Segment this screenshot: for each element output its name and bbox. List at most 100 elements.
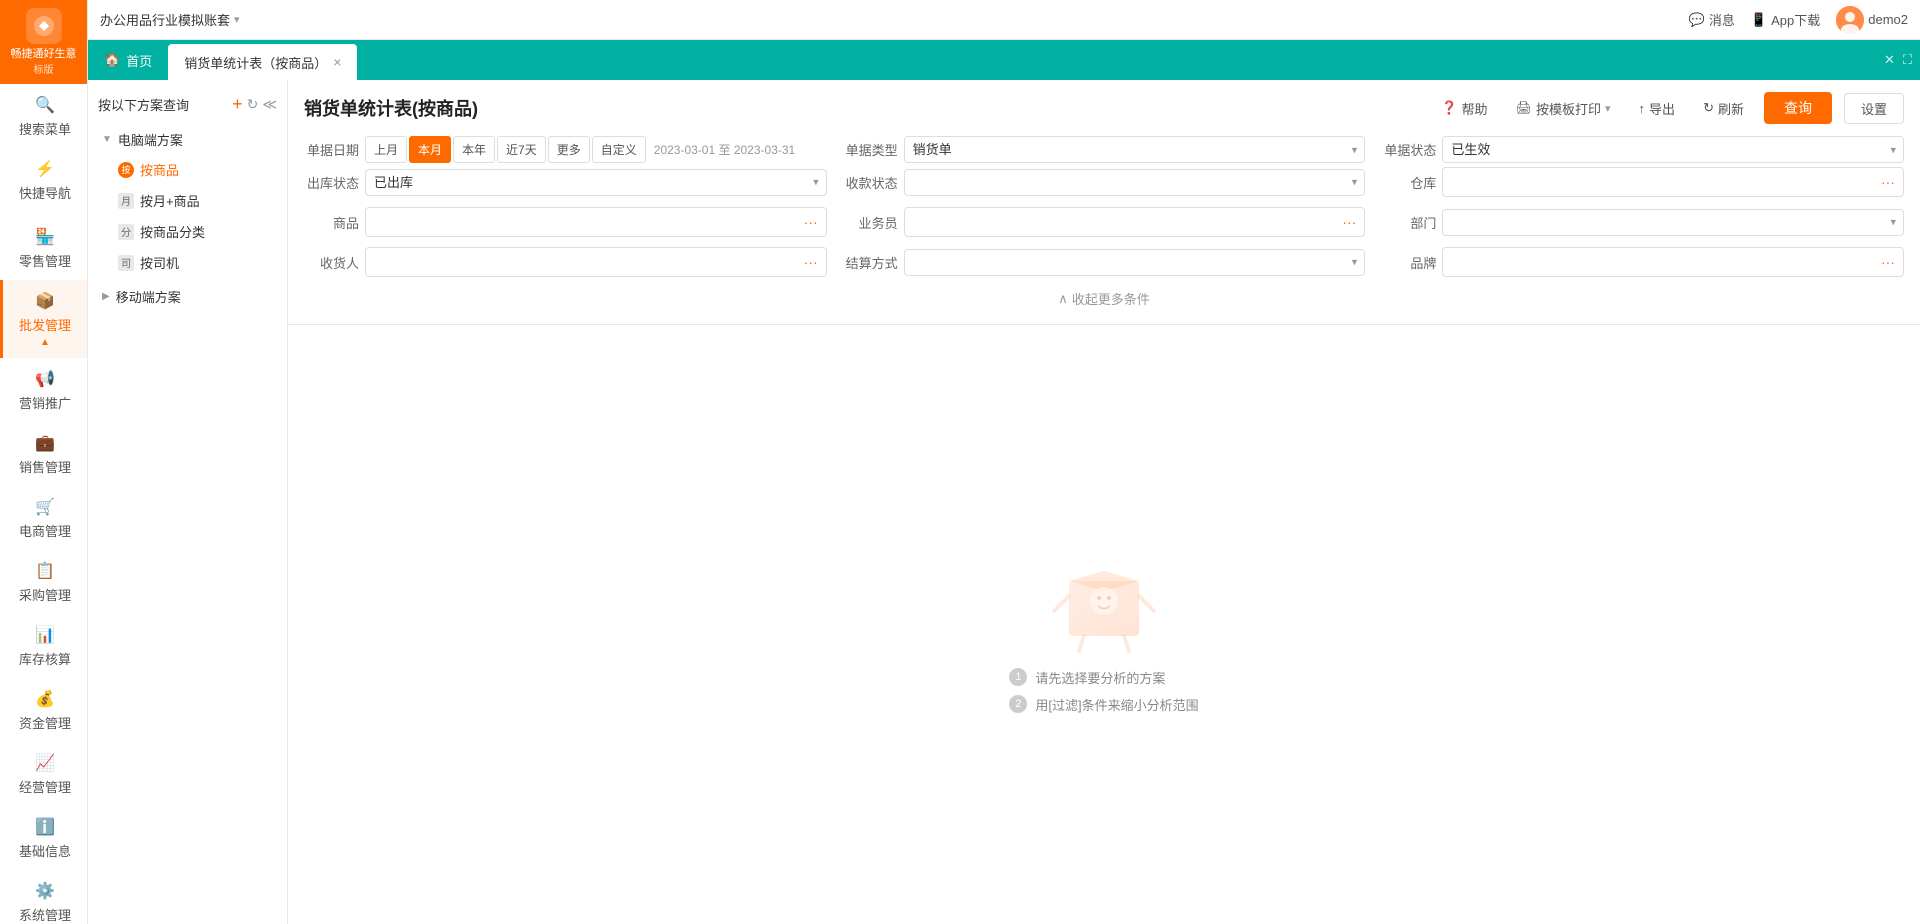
- product-dots-icon[interactable]: ···: [804, 214, 818, 230]
- tab-home-label: 首页: [126, 51, 152, 70]
- tree-icon-driver: 司: [118, 255, 134, 271]
- operations-icon: 📈: [34, 752, 56, 774]
- settings-btn[interactable]: 设置: [1844, 93, 1904, 124]
- tabbar-window-btns: ✕ ⛶: [1884, 40, 1912, 80]
- sidebar-item-search[interactable]: 🔍 搜索菜单: [0, 84, 88, 148]
- tree-item-by-category[interactable]: 分 按商品分类: [88, 216, 287, 247]
- filter-brand: 品牌 ···: [1381, 247, 1904, 277]
- industry-selector[interactable]: 办公用品行业模拟账套 ▾: [100, 10, 240, 29]
- sidebar-logo[interactable]: 畅捷通好生意 标版: [0, 0, 88, 84]
- date-btn-7days[interactable]: 近7天: [497, 136, 546, 163]
- brand-dots-icon[interactable]: ···: [1881, 254, 1895, 270]
- sidebar-item-sales[interactable]: 💼 销售管理: [0, 422, 88, 486]
- home-icon: 🏠: [104, 52, 120, 68]
- app-download-label: App下载: [1771, 10, 1820, 29]
- template-print-btn[interactable]: 🖨 按模板打印 ▾: [1507, 95, 1618, 122]
- active-dot-icon: 按: [118, 162, 134, 178]
- warehouse-dots-icon[interactable]: ···: [1881, 174, 1895, 190]
- receiver-input[interactable]: ···: [365, 247, 827, 277]
- window-close-icon[interactable]: ✕: [1884, 52, 1895, 68]
- tree-group-pc-header[interactable]: ▼ 电脑端方案: [88, 125, 287, 154]
- message-label: 消息: [1709, 10, 1735, 29]
- tab-home[interactable]: 🏠 首页: [88, 40, 168, 80]
- sidebar-item-finance[interactable]: 💰 资金管理: [0, 678, 88, 742]
- tree-icon-category: 分: [118, 224, 134, 240]
- tab-stats[interactable]: 销货单统计表（按商品） ×: [168, 44, 357, 80]
- out-status-select[interactable]: 已出库: [365, 169, 827, 196]
- app-download-btn[interactable]: 📱 App下载: [1751, 10, 1820, 29]
- date-btn-this-year[interactable]: 本年: [453, 136, 495, 163]
- filter-out-status: 出库状态 已出库: [304, 167, 827, 197]
- template-print-label: 按模板打印: [1536, 99, 1601, 118]
- receiver-dots-icon[interactable]: ···: [804, 254, 818, 270]
- filter-dept: 部门: [1381, 207, 1904, 237]
- sidebar-item-system[interactable]: ⚙️ 系统管理: [0, 870, 88, 924]
- industry-label: 办公用品行业模拟账套: [100, 10, 230, 29]
- export-label: 导出: [1649, 99, 1675, 118]
- refresh-label: 刷新: [1718, 99, 1744, 118]
- sidebar: 畅捷通好生意 标版 🔍 搜索菜单 ⚡ 快捷导航 🏪 零售管理 📦 批发管理 ▲ …: [0, 0, 88, 924]
- brand-label: 品牌: [1381, 253, 1436, 272]
- export-btn[interactable]: ↑ 导出: [1631, 95, 1684, 122]
- warehouse-input[interactable]: ···: [1442, 167, 1904, 197]
- sidebar-item-quicknav[interactable]: ⚡ 快捷导航: [0, 148, 88, 212]
- salesman-input[interactable]: ···: [904, 207, 1366, 237]
- receiver-label: 收货人: [304, 253, 359, 272]
- dept-select[interactable]: [1442, 209, 1904, 236]
- date-btn-more[interactable]: 更多: [548, 136, 590, 163]
- sidebar-item-purchase[interactable]: 📋 采购管理: [0, 550, 88, 614]
- tree-item-by-driver[interactable]: 司 按司机: [88, 247, 287, 278]
- filter-product: 商品 ···: [304, 207, 827, 237]
- topbar: 办公用品行业模拟账套 ▾ 💬 消息 📱 App下载 de: [88, 0, 1920, 40]
- sidebar-finance-label: 资金管理: [19, 713, 71, 732]
- collapse-btn[interactable]: ∧ 收起更多条件: [304, 285, 1904, 312]
- date-btn-custom[interactable]: 自定义: [592, 136, 646, 163]
- user-avatar: [1836, 6, 1864, 34]
- date-btn-last-month[interactable]: 上月: [365, 136, 407, 163]
- sidebar-item-ecommerce[interactable]: 🛒 电商管理: [0, 486, 88, 550]
- toolbar-actions: ❓ 帮助 🖨 按模板打印 ▾ ↑ 导出 ↻: [1433, 92, 1904, 124]
- date-btn-this-month[interactable]: 本月: [409, 136, 451, 163]
- sidebar-item-operations[interactable]: 📈 经营管理: [0, 742, 88, 806]
- tree-item-by-product[interactable]: 按 按商品: [88, 154, 287, 185]
- window-maximize-icon[interactable]: ⛶: [1903, 52, 1912, 68]
- sidebar-operations-label: 经营管理: [19, 777, 71, 796]
- doc-status-label: 单据状态: [1381, 140, 1436, 159]
- brand-input[interactable]: ···: [1442, 247, 1904, 277]
- doc-type-select[interactable]: 销货单: [904, 136, 1366, 163]
- sidebar-item-marketing[interactable]: 📢 营销推广: [0, 358, 88, 422]
- user-menu[interactable]: demo2: [1836, 6, 1908, 34]
- collapse-panel-btn[interactable]: ≪: [262, 96, 277, 113]
- tree-item-by-month-product[interactable]: 月 按月+商品: [88, 185, 287, 216]
- out-status-label: 出库状态: [304, 173, 359, 192]
- tree-group-mobile-header[interactable]: ▶ 移动端方案: [88, 282, 287, 311]
- salesman-dots-icon[interactable]: ···: [1342, 214, 1356, 230]
- sidebar-item-inventory[interactable]: 📊 库存核算: [0, 614, 88, 678]
- tabbar-spacer: [357, 40, 1884, 80]
- message-btn[interactable]: 💬 消息: [1689, 10, 1735, 29]
- sidebar-item-basic[interactable]: ℹ️ 基础信息: [0, 806, 88, 870]
- sidebar-item-retail[interactable]: 🏪 零售管理: [0, 216, 88, 280]
- date-quick-btns: 上月 本月 本年 近7天 更多 自定义: [365, 136, 646, 163]
- tree-collapse-icon: ▶: [102, 291, 110, 302]
- collapse-label: 收起更多条件: [1072, 289, 1150, 308]
- panel-header: 按以下方案查询 + ↻ ≪: [88, 88, 287, 121]
- sidebar-sales-label: 销售管理: [19, 457, 71, 476]
- print-icon: 🖨: [1515, 100, 1532, 116]
- doc-status-select[interactable]: 已生效: [1442, 136, 1904, 163]
- receipt-status-select[interactable]: [904, 169, 1366, 196]
- tree-expand-icon: ▼: [102, 134, 112, 145]
- tab-close-icon[interactable]: ×: [333, 55, 341, 69]
- sidebar-item-wholesale[interactable]: 📦 批发管理 ▲: [0, 280, 88, 358]
- payment-select[interactable]: [904, 249, 1366, 276]
- help-btn[interactable]: ❓ 帮助: [1433, 95, 1495, 122]
- refresh-btn[interactable]: ↻ 刷新: [1695, 95, 1752, 122]
- tip-num-2: 2: [1009, 695, 1027, 713]
- page-title-bar: 销货单统计表(按商品) ❓ 帮助 🖨 按模板打印 ▾ ↑: [304, 92, 1904, 124]
- query-btn[interactable]: 查询: [1764, 92, 1832, 124]
- refresh-scheme-btn[interactable]: ↻: [247, 96, 259, 113]
- data-area: 1 请先选择要分析的方案 2 用[过滤]条件来缩小分析范围: [288, 325, 1920, 924]
- out-status-select-wrapper: 已出库: [365, 169, 827, 196]
- product-input[interactable]: ···: [365, 207, 827, 237]
- add-scheme-btn[interactable]: +: [232, 94, 243, 115]
